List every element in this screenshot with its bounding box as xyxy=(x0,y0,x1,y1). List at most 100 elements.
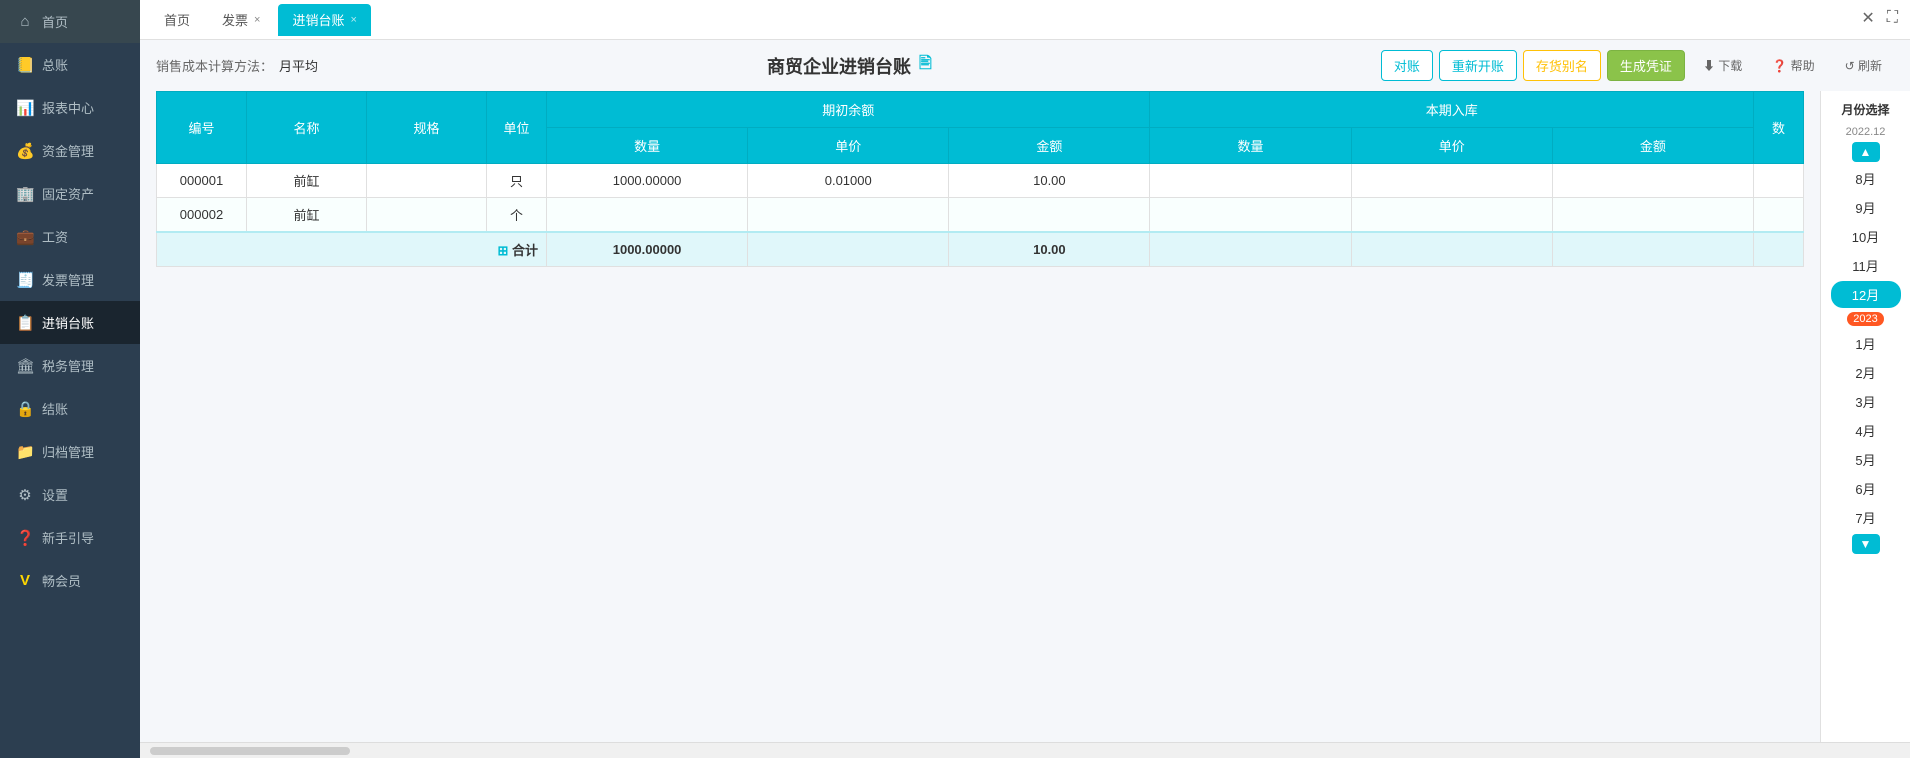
total-label: ⊞ 合计 xyxy=(157,232,547,267)
month-item-2023-7[interactable]: 7月 xyxy=(1831,504,1901,531)
year-2022-label: 2022.12 xyxy=(1846,124,1886,140)
cell-in-amount xyxy=(1552,198,1753,233)
tab-invoice-close[interactable]: × xyxy=(254,14,260,26)
help-button[interactable]: ❓ 帮助 xyxy=(1760,52,1826,79)
download-icon: ⬇ xyxy=(1703,59,1718,73)
sidebar-item-label: 发票管理 xyxy=(42,270,94,289)
expand-window-button[interactable]: ⛶ xyxy=(1885,6,1900,30)
total-in-price xyxy=(1351,232,1552,267)
toolbar-center: 商贸企业进销台账 🖹 xyxy=(328,52,1371,79)
month-item-10[interactable]: 10月 xyxy=(1831,223,1901,250)
month-nav-down-button[interactable]: ▼ xyxy=(1852,534,1880,554)
month-nav-up-button[interactable]: ▲ xyxy=(1852,142,1880,162)
page-title-edit-icon[interactable]: 🖹 xyxy=(919,52,932,79)
cell-name: 前缸 xyxy=(247,198,367,233)
sidebar-item-label: 新手引导 xyxy=(42,528,94,547)
cell-opening-amount xyxy=(949,198,1150,233)
sidebar-item-closing[interactable]: 🔒 结账 xyxy=(0,387,140,430)
save-alias-button[interactable]: 存货别名 xyxy=(1523,50,1601,81)
sub-header-opening-price: 单价 xyxy=(748,128,949,164)
tab-invoice[interactable]: 发票 × xyxy=(208,4,274,36)
month-item-8[interactable]: 8月 xyxy=(1831,165,1901,192)
month-item-2023-1[interactable]: 1月 xyxy=(1831,330,1901,357)
sidebar-item-purchase-sales-ledger[interactable]: 📋 进销台账 xyxy=(0,301,140,344)
total-opening-amount: 10.00 xyxy=(949,232,1150,267)
sub-header-in-amount: 金额 xyxy=(1552,128,1753,164)
month-picker-panel: 月份选择 2022.12 ▲ 8月 9月 10月 11月 12月 2023 1月… xyxy=(1820,91,1910,742)
tab-bar: 首页 发票 × 进销台账 × xyxy=(140,0,1910,40)
total-icon: ⊞ xyxy=(497,243,508,258)
sidebar-item-fund-management[interactable]: 💰 资金管理 xyxy=(0,129,140,172)
total-in-qty xyxy=(1150,232,1351,267)
tab-purchase-sales[interactable]: 进销台账 × xyxy=(278,4,370,36)
cell-spec xyxy=(367,164,487,198)
page-title: 商贸企业进销台账 xyxy=(767,53,911,79)
table-row[interactable]: 000002 前缸 个 xyxy=(157,198,1804,233)
month-item-2023-3[interactable]: 3月 xyxy=(1831,388,1901,415)
sidebar-item-tax-management[interactable]: 🏛 税务管理 xyxy=(0,344,140,387)
cell-code: 000002 xyxy=(157,198,247,233)
sidebar-item-label: 固定资产 xyxy=(42,184,94,203)
horizontal-scrollbar[interactable] xyxy=(150,747,350,755)
refresh-button[interactable]: ↺ 刷新 xyxy=(1833,52,1894,79)
table-row[interactable]: 000001 前缸 只 1000.00000 0.01000 10.00 xyxy=(157,164,1804,198)
month-item-11[interactable]: 11月 xyxy=(1831,252,1901,279)
close-window-button[interactable]: ✕ xyxy=(1859,6,1876,30)
generate-voucher-button[interactable]: 生成凭证 xyxy=(1607,50,1685,81)
toolbar-left: 销售成本计算方法： 月平均 xyxy=(156,56,318,75)
data-table: 编号 名称 规格 单位 期初余额 本期入库 数 数量 单价 金额 数 xyxy=(156,91,1804,267)
cell-data xyxy=(1754,198,1804,233)
invoice-icon: 🧾 xyxy=(16,271,34,289)
cell-in-price xyxy=(1351,164,1552,198)
month-item-2023-6[interactable]: 6月 xyxy=(1831,475,1901,502)
month-item-12[interactable]: 12月 xyxy=(1831,281,1901,308)
cell-opening-amount: 10.00 xyxy=(949,164,1150,198)
guide-icon: ❓ xyxy=(16,529,34,547)
sidebar-item-settings[interactable]: ⚙ 设置 xyxy=(0,473,140,516)
reopen-button[interactable]: 重新开账 xyxy=(1439,50,1517,81)
report-icon: 📊 xyxy=(16,99,34,117)
sidebar-item-label: 结账 xyxy=(42,399,68,418)
cell-opening-qty xyxy=(547,198,748,233)
month-item-2023-5[interactable]: 5月 xyxy=(1831,446,1901,473)
table-month-container: 编号 名称 规格 单位 期初余额 本期入库 数 数量 单价 金额 数 xyxy=(140,91,1910,742)
sidebar-item-general-ledger[interactable]: 📒 总账 xyxy=(0,43,140,86)
refresh-icon: ↺ xyxy=(1845,59,1858,73)
month-item-2023-2[interactable]: 2月 xyxy=(1831,359,1901,386)
sidebar-item-new-user-guide[interactable]: ❓ 新手引导 xyxy=(0,516,140,559)
sidebar-item-label: 资金管理 xyxy=(42,141,94,160)
sub-header-opening-amount: 金额 xyxy=(949,128,1150,164)
table-wrapper: 编号 名称 规格 单位 期初余额 本期入库 数 数量 单价 金额 数 xyxy=(140,91,1820,742)
download-button[interactable]: ⬇ 下载 xyxy=(1691,52,1754,79)
sidebar-item-archive-management[interactable]: 📁 归档管理 xyxy=(0,430,140,473)
cell-unit: 个 xyxy=(487,198,547,233)
sidebar-item-invoice-management[interactable]: 🧾 发票管理 xyxy=(0,258,140,301)
sidebar-item-member[interactable]: V 畅会员 xyxy=(0,559,140,602)
cell-in-qty xyxy=(1150,164,1351,198)
cell-data xyxy=(1754,164,1804,198)
cell-opening-qty: 1000.00000 xyxy=(547,164,748,198)
sidebar-item-label: 税务管理 xyxy=(42,356,94,375)
help-icon: ❓ xyxy=(1772,59,1790,73)
scrollbar-area[interactable] xyxy=(140,742,1910,758)
tab-purchase-sales-close[interactable]: × xyxy=(350,14,356,26)
total-data xyxy=(1754,232,1804,267)
tab-home[interactable]: 首页 xyxy=(150,4,204,36)
sidebar-item-fixed-assets[interactable]: 🏢 固定资产 xyxy=(0,172,140,215)
month-item-9[interactable]: 9月 xyxy=(1831,194,1901,221)
month-picker-title: 月份选择 xyxy=(1841,97,1889,124)
col-header-name: 名称 xyxy=(247,92,367,164)
tax-icon: 🏛 xyxy=(16,357,34,375)
sidebar-item-report-center[interactable]: 📊 报表中心 xyxy=(0,86,140,129)
sidebar-item-home[interactable]: ⌂ 首页 xyxy=(0,0,140,43)
reconcile-button[interactable]: 对账 xyxy=(1381,50,1433,81)
cell-opening-price: 0.01000 xyxy=(748,164,949,198)
cell-code: 000001 xyxy=(157,164,247,198)
sidebar-item-label: 首页 xyxy=(42,12,68,31)
month-item-2023-4[interactable]: 4月 xyxy=(1831,417,1901,444)
sidebar-item-salary[interactable]: 💼 工资 xyxy=(0,215,140,258)
ledger-icon: 📒 xyxy=(16,56,34,74)
sub-header-opening-qty: 数量 xyxy=(547,128,748,164)
sidebar-item-label: 报表中心 xyxy=(42,98,94,117)
sidebar-item-label: 总账 xyxy=(42,55,68,74)
